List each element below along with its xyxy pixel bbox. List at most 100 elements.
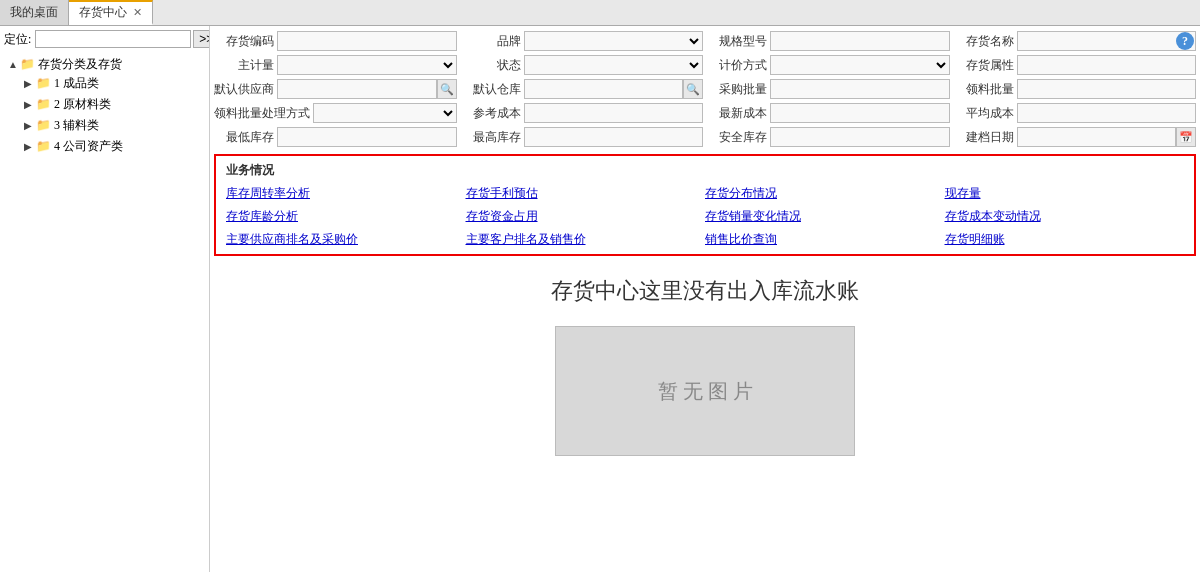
summary-link-4[interactable]: 存货库龄分析 (226, 208, 466, 225)
filter-label-inventory-code: 存货编码 (214, 33, 274, 50)
filter-input-inventory-attr[interactable] (1017, 55, 1197, 75)
filter-label-spec: 规格型号 (707, 33, 767, 50)
filter-select-price-method[interactable] (770, 55, 950, 75)
summary-link-0[interactable]: 库存周转率分析 (226, 185, 466, 202)
help-icon[interactable]: ? (1176, 32, 1194, 50)
tree-child-folder-4: 📁 (36, 139, 51, 154)
tree-children: ▶ 📁 1 成品类 ▶ 📁 2 原材料类 ▶ 📁 3 辅料类 (8, 73, 205, 157)
filter-cell-inventory-name: 存货名称 (954, 30, 1197, 52)
filter-input-build-date[interactable] (1017, 127, 1177, 147)
filter-label-default-supplier: 默认供应商 (214, 81, 274, 98)
summary-link-1[interactable]: 存货手利预估 (466, 185, 706, 202)
locate-label: 定位: (4, 31, 31, 48)
tree-folder-icon: 📁 (20, 57, 35, 72)
summary-link-11[interactable]: 存货明细账 (945, 231, 1185, 248)
filter-input-spec[interactable] (770, 31, 950, 51)
filter-label-avg-cost: 平均成本 (954, 105, 1014, 122)
tab-bar: 我的桌面 存货中心 ✕ (0, 0, 1200, 26)
filter-input-safe-stock[interactable] (770, 127, 950, 147)
tree-child-1[interactable]: ▶ 📁 1 成品类 (24, 73, 205, 94)
filter-cell-min-stock: 最低库存 (214, 126, 457, 148)
tree-root-node[interactable]: ▲ 📁 存货分类及存货 ▶ 📁 1 成品类 ▶ 📁 2 原材料类 (4, 54, 205, 159)
summary-link-2[interactable]: 存货分布情况 (705, 185, 945, 202)
summary-link-10[interactable]: 销售比价查询 (705, 231, 945, 248)
filter-label-ref-cost: 参考成本 (461, 105, 521, 122)
sidebar: 定位: >> ▲ 📁 存货分类及存货 ▶ 📁 1 成品类 ▶ (0, 26, 210, 572)
tab-inventory-label: 存货中心 (79, 4, 127, 21)
tab-desktop[interactable]: 我的桌面 (0, 0, 69, 25)
tree-child-2[interactable]: ▶ 📁 2 原材料类 (24, 94, 205, 115)
filter-input-material-batch[interactable] (1017, 79, 1197, 99)
tree-child-expand-1: ▶ (24, 78, 36, 89)
filter-label-price-method: 计价方式 (707, 57, 767, 74)
filter-cell-material-batch: 领料批量 (954, 78, 1197, 100)
summary-title: 业务情况 (226, 162, 1184, 179)
filter-input-default-supplier[interactable] (277, 79, 437, 99)
filter-label-latest-cost: 最新成本 (707, 105, 767, 122)
locate-input[interactable] (35, 30, 191, 48)
filter-input-inventory-name[interactable] (1017, 31, 1197, 51)
tree-child-folder-1: 📁 (36, 76, 51, 91)
summary-link-8[interactable]: 主要供应商排名及采购价 (226, 231, 466, 248)
filter-cell-latest-cost: 最新成本 (707, 102, 950, 124)
tab-inventory-close[interactable]: ✕ (133, 6, 142, 19)
tree-child-expand-4: ▶ (24, 141, 36, 152)
filter-label-purchase-batch: 采购批量 (707, 81, 767, 98)
filter-cell-brand: 品牌 (461, 30, 704, 52)
filter-cell-main-unit: 主计量 (214, 54, 457, 76)
filter-select-material-process[interactable] (313, 103, 457, 123)
filter-label-safe-stock: 安全库存 (707, 129, 767, 146)
tree-child-label-4: 4 公司资产类 (54, 138, 123, 155)
tree-child-expand-3: ▶ (24, 120, 36, 131)
filter-label-main-unit: 主计量 (214, 57, 274, 74)
filter-btn-default-supplier[interactable]: 🔍 (437, 79, 457, 99)
content-area: 存货编码 品牌 规格型号 存货名称 主计量 状态 (210, 26, 1200, 572)
filter-input-purchase-batch[interactable] (770, 79, 950, 99)
filter-input-latest-cost[interactable] (770, 103, 950, 123)
filter-cell-default-supplier: 默认供应商 🔍 (214, 78, 457, 100)
tree-child-3[interactable]: ▶ 📁 3 辅料类 (24, 115, 205, 136)
summary-section: 业务情况 库存周转率分析 存货手利预估 存货分布情况 现存量 存货库龄分析 存货… (214, 154, 1196, 256)
filter-select-main-unit[interactable] (277, 55, 457, 75)
filter-input-max-stock[interactable] (524, 127, 704, 147)
filter-cell-material-process: 领料批量处理方式 (214, 102, 457, 124)
summary-links-grid: 库存周转率分析 存货手利预估 存货分布情况 现存量 存货库龄分析 存货资金占用 … (226, 185, 1184, 248)
image-placeholder-wrapper: 暂 无 图 片 (214, 326, 1196, 456)
tab-inventory[interactable]: 存货中心 ✕ (69, 0, 153, 25)
filter-cell-price-method: 计价方式 (707, 54, 950, 76)
filter-btn-default-warehouse[interactable]: 🔍 (683, 79, 703, 99)
summary-link-3[interactable]: 现存量 (945, 185, 1185, 202)
filter-grid: 存货编码 品牌 规格型号 存货名称 主计量 状态 (214, 30, 1196, 148)
filter-input-ref-cost[interactable] (524, 103, 704, 123)
filter-cell-safe-stock: 安全库存 (707, 126, 950, 148)
filter-select-status[interactable] (524, 55, 704, 75)
tree-root: ▲ 📁 存货分类及存货 ▶ 📁 1 成品类 ▶ 📁 2 原材料类 (4, 54, 205, 159)
tree-child-label-2: 2 原材料类 (54, 96, 111, 113)
filter-cell-max-stock: 最高库存 (461, 126, 704, 148)
filter-label-max-stock: 最高库存 (461, 129, 521, 146)
summary-link-9[interactable]: 主要客户排名及销售价 (466, 231, 706, 248)
filter-label-inventory-name: 存货名称 (954, 33, 1014, 50)
tree-child-label-3: 3 辅料类 (54, 117, 99, 134)
tab-desktop-label: 我的桌面 (10, 4, 58, 21)
locate-row: 定位: >> (4, 30, 205, 48)
filter-cell-default-warehouse: 默认仓库 🔍 (461, 78, 704, 100)
image-placeholder: 暂 无 图 片 (555, 326, 855, 456)
summary-link-6[interactable]: 存货销量变化情况 (705, 208, 945, 225)
filter-label-brand: 品牌 (461, 33, 521, 50)
filter-input-inventory-code[interactable] (277, 31, 457, 51)
tree-child-4[interactable]: ▶ 📁 4 公司资产类 (24, 136, 205, 157)
summary-link-7[interactable]: 存货成本变动情况 (945, 208, 1185, 225)
calendar-icon[interactable]: 📅 (1176, 127, 1196, 147)
filter-cell-avg-cost: 平均成本 (954, 102, 1197, 124)
filter-input-avg-cost[interactable] (1017, 103, 1197, 123)
filter-input-default-warehouse[interactable] (524, 79, 684, 99)
filter-cell-inventory-code: 存货编码 (214, 30, 457, 52)
filter-input-min-stock[interactable] (277, 127, 457, 147)
tree-child-folder-3: 📁 (36, 118, 51, 133)
tree-expand-icon: ▲ (8, 59, 20, 70)
locate-button[interactable]: >> (193, 30, 210, 48)
summary-link-5[interactable]: 存货资金占用 (466, 208, 706, 225)
filter-select-brand[interactable] (524, 31, 704, 51)
filter-label-build-date: 建档日期 (954, 129, 1014, 146)
